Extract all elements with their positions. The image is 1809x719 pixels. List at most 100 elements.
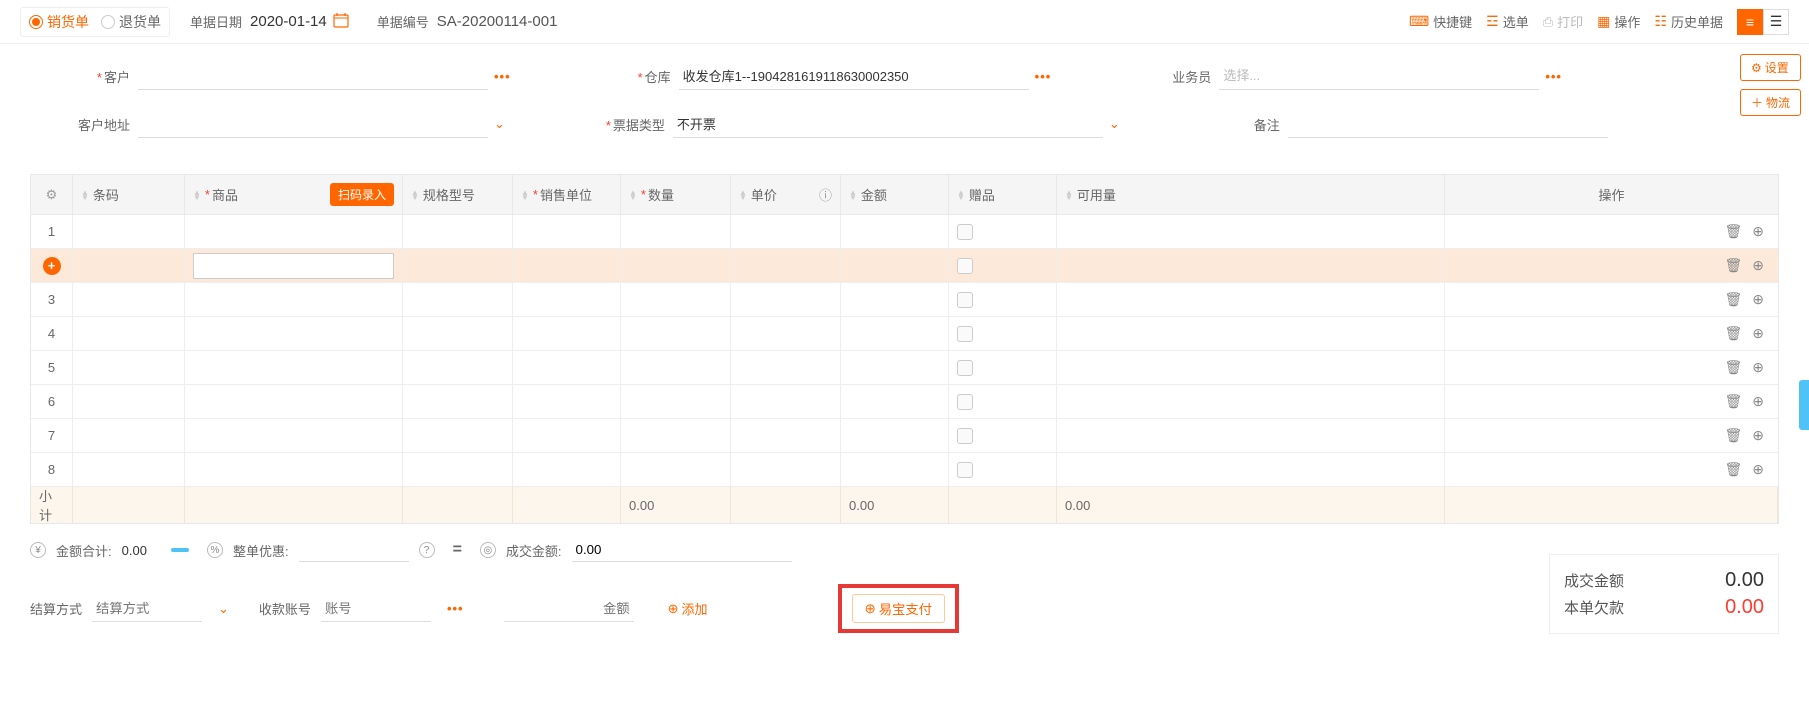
delete-row-icon[interactable]: 🗑 <box>1724 359 1742 376</box>
cell-amount[interactable] <box>841 453 949 486</box>
cell-barcode[interactable] <box>73 385 185 418</box>
cell-amount[interactable] <box>841 215 949 248</box>
cell-barcode[interactable] <box>73 351 185 384</box>
view-compact-button[interactable]: ≡ <box>1737 9 1763 35</box>
customer-addr-input[interactable] <box>138 110 488 138</box>
cell-qty[interactable] <box>621 215 731 248</box>
cell-spec[interactable] <box>403 215 513 248</box>
cell-unit[interactable] <box>513 419 621 452</box>
view-detail-button[interactable]: ☰ <box>1763 9 1789 35</box>
cell-barcode[interactable] <box>73 453 185 486</box>
table-row[interactable]: + 🗑 ⊕ <box>31 249 1778 283</box>
date-value[interactable]: 2020-01-14 <box>250 13 327 30</box>
cell-unit[interactable] <box>513 215 621 248</box>
payment-amount-input[interactable] <box>504 596 634 622</box>
gift-checkbox[interactable] <box>957 462 973 478</box>
cell-amount[interactable] <box>841 385 949 418</box>
cell-barcode[interactable] <box>73 249 185 282</box>
cell-barcode[interactable] <box>73 215 185 248</box>
col-barcode[interactable]: ▲▼条码 <box>73 175 185 214</box>
logistics-button[interactable]: ＋物流 <box>1740 89 1801 116</box>
cell-unit[interactable] <box>513 283 621 316</box>
cell-price[interactable] <box>731 249 841 282</box>
cell-available[interactable] <box>1057 351 1445 384</box>
col-price[interactable]: ▲▼单价ⓘ <box>731 175 841 214</box>
cell-qty[interactable] <box>621 419 731 452</box>
customer-lookup-icon[interactable]: ••• <box>494 69 511 84</box>
cell-amount[interactable] <box>841 283 949 316</box>
cell-barcode[interactable] <box>73 419 185 452</box>
cell-product[interactable] <box>185 317 403 350</box>
col-product[interactable]: ▲▼*商品扫码录入 <box>185 175 403 214</box>
cell-amount[interactable] <box>841 317 949 350</box>
cell-available[interactable] <box>1057 385 1445 418</box>
gift-checkbox[interactable] <box>957 258 973 274</box>
cell-available[interactable] <box>1057 215 1445 248</box>
gift-checkbox[interactable] <box>957 360 973 376</box>
cell-qty[interactable] <box>621 317 731 350</box>
cell-barcode[interactable] <box>73 283 185 316</box>
add-row-icon[interactable]: ⊕ <box>1752 461 1764 478</box>
cell-spec[interactable] <box>403 385 513 418</box>
cell-spec[interactable] <box>403 351 513 384</box>
col-available[interactable]: ▲▼可用量 <box>1057 175 1445 214</box>
col-unit[interactable]: ▲▼*销售单位 <box>513 175 621 214</box>
delete-row-icon[interactable]: 🗑 <box>1724 223 1742 240</box>
cell-available[interactable] <box>1057 283 1445 316</box>
cell-spec[interactable] <box>403 249 513 282</box>
cell-price[interactable] <box>731 453 841 486</box>
cell-gift[interactable] <box>949 419 1057 452</box>
print-button[interactable]: ⎙打印 <box>1543 12 1583 31</box>
cell-price[interactable] <box>731 283 841 316</box>
account-input[interactable] <box>321 596 431 622</box>
chevron-down-icon[interactable]: ⌄ <box>494 116 505 132</box>
cell-gift[interactable] <box>949 317 1057 350</box>
col-gift[interactable]: ▲▼赠品 <box>949 175 1057 214</box>
col-spec[interactable]: ▲▼规格型号 <box>403 175 513 214</box>
delete-row-icon[interactable]: 🗑 <box>1724 427 1742 444</box>
warehouse-value[interactable]: 收发仓库1--1904281619118630002350 <box>679 62 1029 90</box>
scan-input-button[interactable]: 扫码录入 <box>330 183 394 206</box>
delete-row-icon[interactable]: 🗑 <box>1724 291 1742 308</box>
cell-amount[interactable] <box>841 419 949 452</box>
cell-price[interactable] <box>731 385 841 418</box>
discount-input[interactable] <box>299 538 409 562</box>
help-icon[interactable]: ⓘ <box>819 185 832 204</box>
cell-qty[interactable] <box>621 385 731 418</box>
add-row-icon[interactable]: ⊕ <box>1752 257 1764 274</box>
cell-product[interactable] <box>185 419 403 452</box>
add-row-icon[interactable]: ⊕ <box>1752 223 1764 240</box>
cell-unit[interactable] <box>513 453 621 486</box>
table-row[interactable]: 8🗑⊕ <box>31 453 1778 487</box>
cell-barcode[interactable] <box>73 317 185 350</box>
col-qty[interactable]: ▲▼*数量 <box>621 175 731 214</box>
gift-checkbox[interactable] <box>957 326 973 342</box>
remark-input[interactable] <box>1288 110 1608 138</box>
cell-spec[interactable] <box>403 453 513 486</box>
cell-spec[interactable] <box>403 283 513 316</box>
cell-gift[interactable] <box>949 385 1057 418</box>
add-row-icon[interactable]: ⊕ <box>1752 325 1764 342</box>
cell-qty[interactable] <box>621 283 731 316</box>
cell-gift[interactable] <box>949 283 1057 316</box>
salesperson-input[interactable] <box>1219 62 1539 90</box>
cell-product[interactable] <box>185 249 403 282</box>
table-row[interactable]: 6🗑⊕ <box>31 385 1778 419</box>
add-row-icon[interactable]: + <box>43 257 61 275</box>
gift-checkbox[interactable] <box>957 292 973 308</box>
chevron-down-icon[interactable]: ⌄ <box>1109 116 1120 132</box>
cell-available[interactable] <box>1057 317 1445 350</box>
cell-qty[interactable] <box>621 351 731 384</box>
delete-row-icon[interactable]: 🗑 <box>1724 461 1742 478</box>
cell-qty[interactable] <box>621 249 731 282</box>
add-row-icon[interactable]: ⊕ <box>1752 291 1764 308</box>
cell-price[interactable] <box>731 351 841 384</box>
col-amount[interactable]: ▲▼金额 <box>841 175 949 214</box>
cell-product[interactable] <box>185 215 403 248</box>
cell-spec[interactable] <box>403 419 513 452</box>
add-row-icon[interactable]: ⊕ <box>1752 359 1764 376</box>
side-drawer-handle[interactable] <box>1799 380 1809 430</box>
delete-row-icon[interactable]: 🗑 <box>1724 325 1742 342</box>
delete-row-icon[interactable]: 🗑 <box>1724 257 1742 274</box>
cell-amount[interactable] <box>841 249 949 282</box>
